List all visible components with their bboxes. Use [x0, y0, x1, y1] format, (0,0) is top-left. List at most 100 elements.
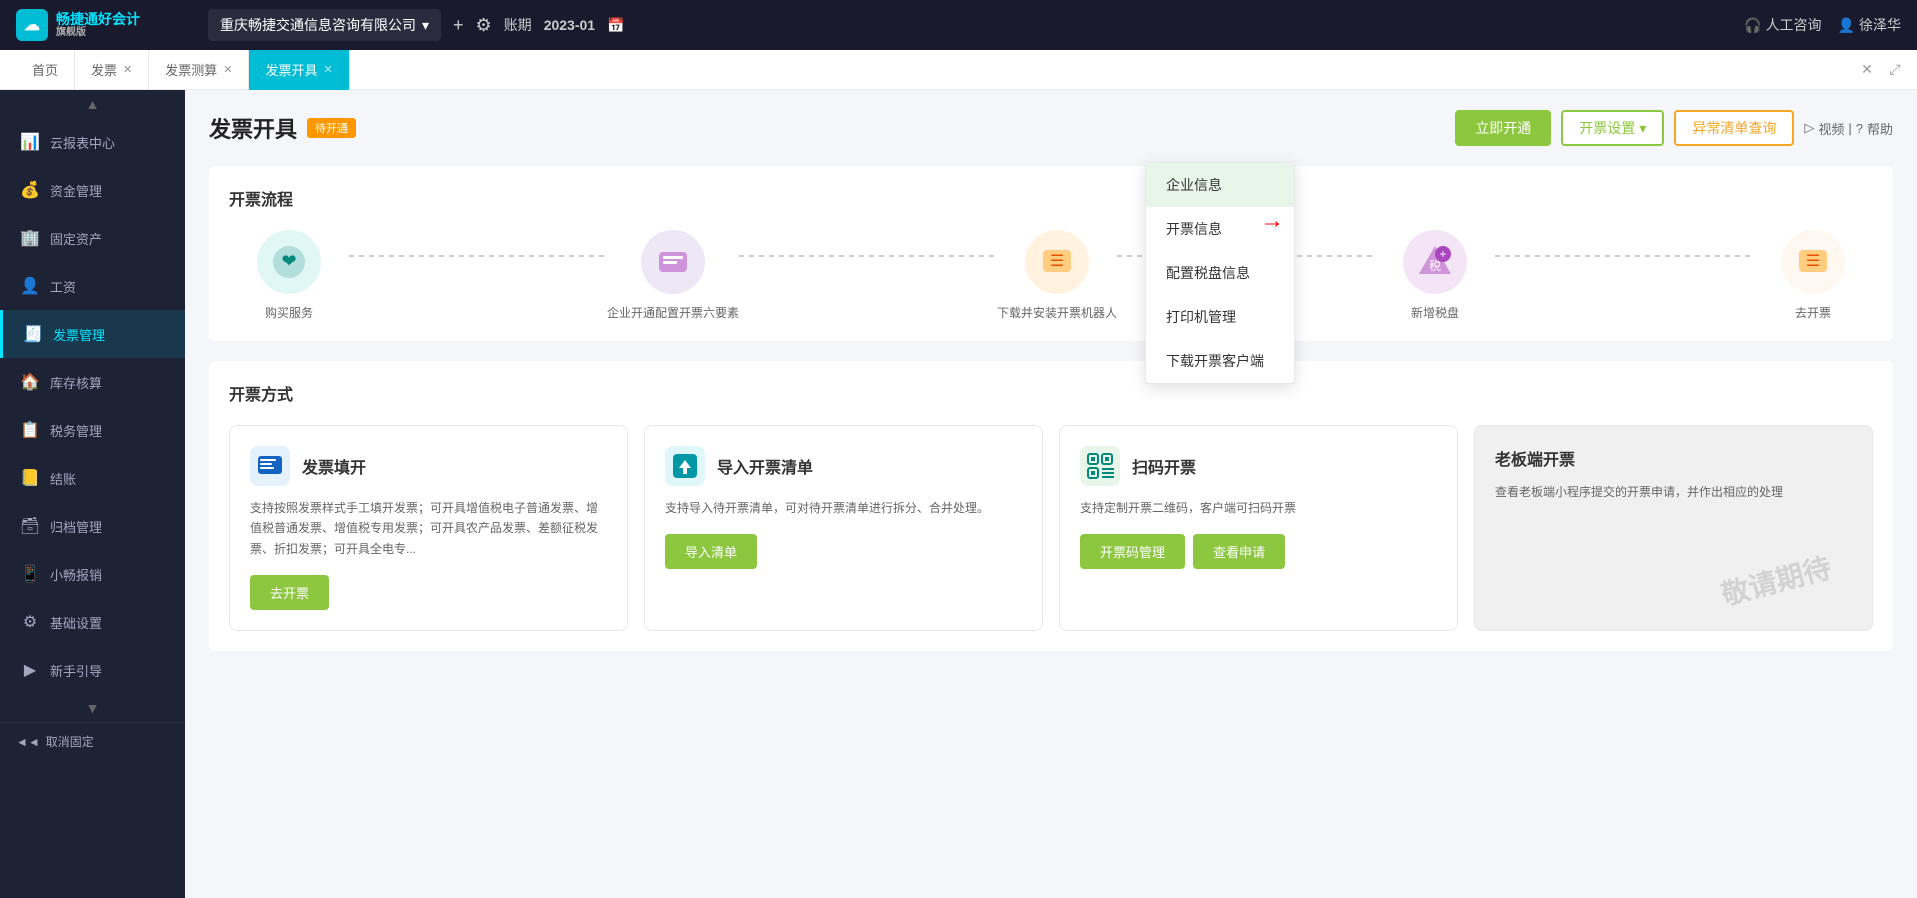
top-bar: ☁ 畅捷通好会计 旗舰版 重庆畅捷交通信息咨询有限公司 ▾ + ⚙ 账期 202…: [0, 0, 1917, 50]
logo-area: ☁ 畅捷通好会计 旗舰版: [16, 9, 196, 41]
dropdown-item-company[interactable]: 企业信息: [1146, 163, 1294, 207]
dropdown-item-printer[interactable]: 打印机管理: [1146, 295, 1294, 339]
calendar-icon[interactable]: 📅: [607, 17, 624, 34]
import-icon: [665, 446, 705, 486]
method-import-btn[interactable]: 导入清单: [665, 534, 757, 569]
status-badge: 待开通: [307, 118, 356, 138]
step-label-4: 新增税盘: [1411, 304, 1459, 321]
tab-invoice-label: 发票: [91, 60, 117, 79]
step-icon-2: [641, 230, 705, 294]
methods-grid: 发票填开 支持按照发票样式手工填开发票；可开具增值税电子普通发票、增值税普通发票…: [229, 425, 1873, 631]
guide-icon: ▶: [20, 660, 40, 680]
flow-step-3: ☰ 下载并安装开票机器人: [997, 230, 1117, 321]
sidebar-item-funds[interactable]: 💰 资金管理: [0, 166, 185, 214]
sidebar-item-assets[interactable]: 🏢 固定资产: [0, 214, 185, 262]
sidebar-item-invoices[interactable]: 🧾 发票管理: [0, 310, 185, 358]
tax-icon: 📋: [20, 420, 40, 440]
sidebar-item-assets-label: 固定资产: [50, 229, 102, 248]
company-selector[interactable]: 重庆畅捷交通信息咨询有限公司 ▾: [208, 9, 441, 41]
cancel-pin-label: 取消固定: [46, 733, 94, 750]
sidebar-item-settlement[interactable]: 📒 结账: [0, 454, 185, 502]
method-scan-title: 扫码开票: [1132, 454, 1196, 478]
step-label-5: 去开票: [1795, 304, 1831, 321]
add-icon[interactable]: +: [453, 15, 464, 36]
page-title-area: 发票开具 待开通: [209, 112, 356, 144]
content-area: 发票开具 待开通 立即开通 开票设置 ▾ 异常清单查询 ▷ 视频 | ?: [185, 90, 1917, 898]
headset-icon: 🎧: [1744, 17, 1761, 34]
red-arrow: →: [1260, 207, 1284, 235]
sidebar-item-settings[interactable]: ⚙ 基础设置: [0, 598, 185, 646]
step-icon-3: ☰: [1025, 230, 1089, 294]
invoices-icon: 🧾: [23, 324, 43, 344]
step-icon-1: ❤: [257, 230, 321, 294]
method-import-title: 导入开票清单: [717, 454, 813, 478]
sidebar-item-guide[interactable]: ▶ 新手引导: [0, 646, 185, 694]
close-window-btn[interactable]: ✕: [1857, 60, 1877, 80]
step-label-1: 购买服务: [265, 304, 313, 321]
sidebar-item-reports[interactable]: 📊 云报表中心: [0, 118, 185, 166]
step-label-3: 下载并安装开票机器人: [997, 304, 1117, 321]
method-scan-view-btn[interactable]: 查看申请: [1193, 534, 1285, 569]
tab-home[interactable]: 首页: [16, 50, 75, 90]
dropdown-item-tax-disk[interactable]: 配置税盘信息: [1146, 251, 1294, 295]
funds-icon: 💰: [20, 180, 40, 200]
sidebar-item-tax[interactable]: 📋 税务管理: [0, 406, 185, 454]
settings-icon[interactable]: ⚙: [476, 15, 492, 36]
method-boss-desc: 查看老板端小程序提交的开票申请，并作出相应的处理: [1495, 482, 1852, 502]
archive-icon: 🗃: [20, 516, 40, 536]
abnormal-list-btn[interactable]: 异常清单查询: [1674, 110, 1794, 146]
sidebar-scroll-up[interactable]: ▲: [0, 90, 185, 118]
top-bar-actions: 🎧 人工咨询 👤 徐泽华: [1744, 15, 1901, 35]
app-bar: 首页 发票 ✕ 发票测算 ✕ 发票开具 ✕ ✕ ⤢: [0, 50, 1917, 90]
period-value: 2023-01: [544, 17, 595, 33]
method-scan-btns: 开票码管理 查看申请: [1080, 534, 1437, 569]
sidebar-item-inventory[interactable]: 🏠 库存核算: [0, 358, 185, 406]
support-btn[interactable]: 🎧 人工咨询: [1744, 15, 1821, 35]
tab-invoice-close[interactable]: ✕: [123, 63, 132, 76]
method-header-scan: 扫码开票: [1080, 446, 1437, 486]
method-fill-btn[interactable]: 去开票: [250, 575, 329, 610]
sidebar-item-expense[interactable]: 📱 小畅报销: [0, 550, 185, 598]
tab-invoice-open-close[interactable]: ✕: [324, 63, 333, 76]
chevron-down-icon: ▾: [422, 17, 429, 34]
dropdown-item-download-client[interactable]: 下载开票客户端: [1146, 339, 1294, 383]
inventory-icon: 🏠: [20, 372, 40, 392]
settings-dropdown: 企业信息 开票信息 配置税盘信息 打印机管理 下载开票客户端: [1145, 162, 1295, 384]
settings-sidebar-icon: ⚙: [20, 612, 40, 632]
video-label: 视频: [1818, 119, 1844, 138]
method-boss-title: 老板端开票: [1495, 446, 1575, 470]
tab-invoice[interactable]: 发票 ✕: [75, 50, 149, 90]
sidebar-item-archive[interactable]: 🗃 归档管理: [0, 502, 185, 550]
step-icon-4: 税+: [1403, 230, 1467, 294]
user-btn[interactable]: 👤 徐泽华: [1838, 15, 1901, 35]
settings-btn[interactable]: 开票设置 ▾: [1561, 110, 1664, 146]
tab-invoice-calc[interactable]: 发票测算 ✕: [149, 50, 249, 90]
video-btn[interactable]: ▷ 视频 | ? 帮助: [1804, 119, 1893, 138]
method-card-boss: 老板端开票 查看老板端小程序提交的开票申请，并作出相应的处理 敬请期待: [1474, 425, 1873, 631]
flow-connector-1: [349, 255, 607, 257]
maximize-window-btn[interactable]: ⤢: [1885, 60, 1905, 80]
svg-text:税: 税: [1429, 259, 1441, 273]
method-header-import: 导入开票清单: [665, 446, 1022, 486]
question-icon: ?: [1856, 121, 1863, 136]
tab-invoice-open[interactable]: 发票开具 ✕: [249, 50, 349, 90]
sidebar-item-settlement-label: 结账: [50, 469, 76, 488]
sidebar-scroll-down[interactable]: ▼: [0, 694, 185, 722]
method-scan-qr-btn[interactable]: 开票码管理: [1080, 534, 1185, 569]
content-inner: 发票开具 待开通 立即开通 开票设置 ▾ 异常清单查询 ▷ 视频 | ?: [185, 90, 1917, 691]
period-label: 账期: [504, 15, 532, 35]
flow-step-4: 税+ 新增税盘: [1375, 230, 1495, 321]
method-header-boss: 老板端开票: [1495, 446, 1852, 470]
app-edition: 旗舰版: [56, 27, 140, 39]
step-icon-5: ☰: [1781, 230, 1845, 294]
svg-text:+: +: [1440, 247, 1447, 261]
tab-invoice-calc-close[interactable]: ✕: [223, 63, 232, 76]
method-import-desc: 支持导入待开票清单，可对待开票清单进行拆分、合并处理。: [665, 498, 1022, 518]
cancel-pin-btn[interactable]: ◄◄ 取消固定: [0, 722, 185, 760]
assets-icon: 🏢: [20, 228, 40, 248]
sidebar-item-invoices-label: 发票管理: [53, 325, 105, 344]
activate-btn[interactable]: 立即开通: [1455, 110, 1551, 146]
sidebar-item-payroll[interactable]: 👤 工资: [0, 262, 185, 310]
flow-title: 开票流程: [229, 186, 1873, 210]
sidebar-item-settings-label: 基础设置: [50, 613, 102, 632]
